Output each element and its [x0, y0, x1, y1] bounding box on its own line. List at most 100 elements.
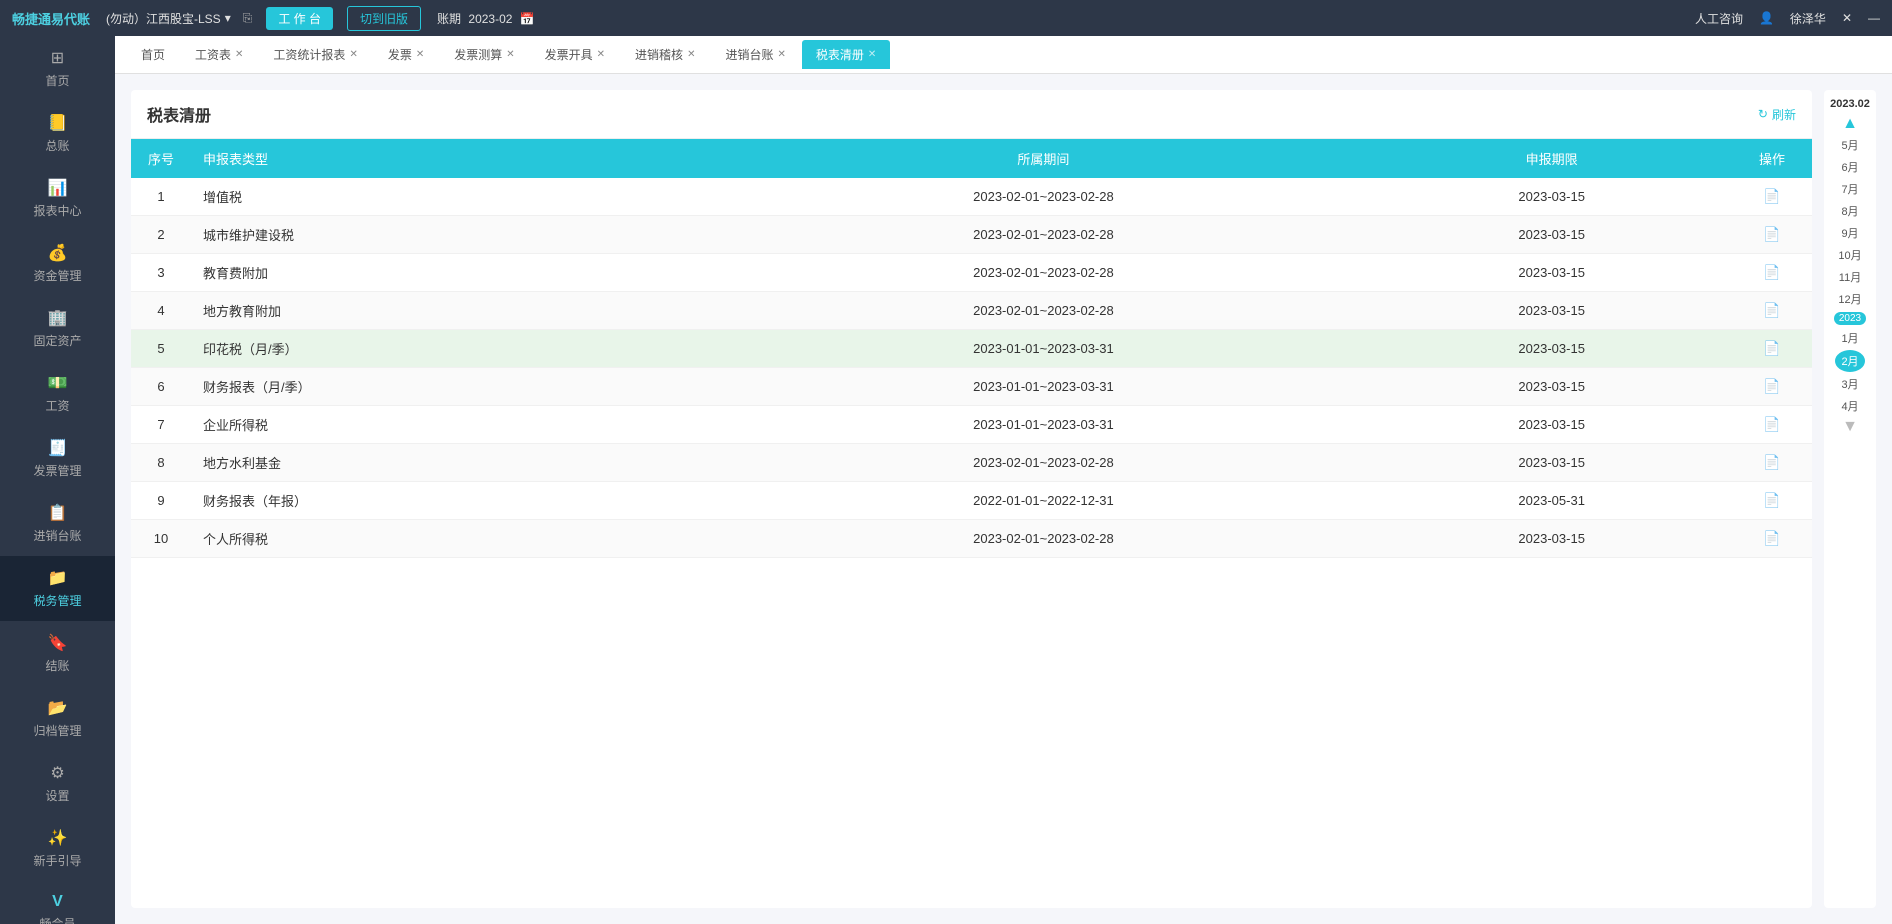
cell-action[interactable]: 📄	[1732, 254, 1812, 292]
app-logo: 畅捷通易代账	[12, 9, 90, 28]
cell-action[interactable]: 📄	[1732, 330, 1812, 368]
table-row: 5 印花税（月/季） 2023-01-01~2023-03-31 2023-03…	[131, 330, 1812, 368]
calendar-month[interactable]: 7月	[1824, 178, 1876, 200]
tab-close-purchase-ledger[interactable]: ✕	[777, 49, 785, 60]
sidebar-item-label: 资金管理	[33, 267, 81, 284]
tab-salary-stat[interactable]: 工资统计报表 ✕	[259, 40, 371, 69]
sidebar-item-tax[interactable]: 📁 税务管理	[0, 556, 115, 621]
action-icon[interactable]: 📄	[1763, 530, 1780, 546]
cell-period: 2023-02-01~2023-02-28	[716, 520, 1372, 558]
calendar-month[interactable]: 10月	[1824, 244, 1876, 266]
calendar-month[interactable]: 11月	[1824, 266, 1876, 288]
sidebar-item-vip[interactable]: V 畅会员	[0, 881, 115, 924]
user-avatar: 👤	[1759, 11, 1774, 25]
close-icon[interactable]: ✕	[1842, 11, 1852, 25]
tab-close-invoice[interactable]: ✕	[416, 49, 424, 60]
calendar-month[interactable]: 4月	[1824, 395, 1876, 417]
cell-type: 城市维护建设税	[191, 216, 716, 254]
col-period: 所属期间	[716, 139, 1372, 178]
action-icon[interactable]: 📄	[1763, 416, 1780, 432]
cell-no: 9	[131, 482, 191, 520]
tab-close-purchase-check[interactable]: ✕	[687, 49, 695, 60]
cell-period: 2023-02-01~2023-02-28	[716, 216, 1372, 254]
sidebar-item-report[interactable]: 📊 报表中心	[0, 166, 115, 231]
sidebar-item-guide[interactable]: ✨ 新手引导	[0, 816, 115, 881]
tab-invoice[interactable]: 发票 ✕	[374, 40, 438, 69]
tab-salary[interactable]: 工资表 ✕	[181, 40, 257, 69]
fund-icon: 💰	[48, 243, 68, 263]
action-icon[interactable]: 📄	[1763, 492, 1780, 508]
sidebar-item-settle[interactable]: 🔖 结账	[0, 621, 115, 686]
sidebar-item-settings[interactable]: ⚙ 设置	[0, 751, 115, 816]
workbench-button[interactable]: 工 作 台	[266, 7, 333, 30]
cell-action[interactable]: 📄	[1732, 520, 1812, 558]
tab-invoice-open[interactable]: 发票开具 ✕	[531, 40, 619, 69]
calendar-month[interactable]: 3月	[1824, 373, 1876, 395]
tab-close-salary-stat[interactable]: ✕	[349, 49, 357, 60]
cell-action[interactable]: 📄	[1732, 292, 1812, 330]
minimize-icon[interactable]: —	[1868, 11, 1880, 25]
cell-period: 2022-01-01~2022-12-31	[716, 482, 1372, 520]
sidebar-item-fixed[interactable]: 🏢 固定资产	[0, 296, 115, 361]
sidebar-item-archive[interactable]: 📂 归档管理	[0, 686, 115, 751]
calendar-month[interactable]: 6月	[1824, 156, 1876, 178]
cell-no: 1	[131, 178, 191, 216]
cell-action[interactable]: 📄	[1732, 406, 1812, 444]
sidebar-item-ledger[interactable]: 📒 总账	[0, 101, 115, 166]
purchase-icon: 📋	[48, 503, 68, 523]
action-icon[interactable]: 📄	[1763, 226, 1780, 242]
tab-invoice-check[interactable]: 发票测算 ✕	[440, 40, 528, 69]
page-content: 税表清册 ↻ 刷新 序号 申报表类型 所属期间 申报期限	[115, 74, 1892, 924]
sidebar-item-purchase[interactable]: 📋 进销台账	[0, 491, 115, 556]
sidebar-item-salary[interactable]: 💵 工资	[0, 361, 115, 426]
action-icon[interactable]: 📄	[1763, 188, 1780, 204]
cell-action[interactable]: 📄	[1732, 368, 1812, 406]
calendar-month[interactable]: 1月	[1824, 327, 1876, 349]
cell-action[interactable]: 📄	[1732, 216, 1812, 254]
switch-old-button[interactable]: 切到旧版	[347, 6, 421, 31]
refresh-button[interactable]: ↻ 刷新	[1758, 106, 1796, 123]
calendar-month[interactable]: 5月	[1824, 134, 1876, 156]
company-selector[interactable]: (勿动）江西股宝-LSS ▾	[106, 10, 231, 27]
tab-tax-list[interactable]: 税表清册 ✕	[802, 40, 890, 69]
tab-close-invoice-check[interactable]: ✕	[506, 49, 514, 60]
cell-action[interactable]: 📄	[1732, 482, 1812, 520]
sidebar-item-home[interactable]: ⊞ 首页	[0, 36, 115, 101]
action-icon[interactable]: 📄	[1763, 378, 1780, 394]
cell-no: 6	[131, 368, 191, 406]
cell-action[interactable]: 📄	[1732, 178, 1812, 216]
calendar-up-button[interactable]: ▲	[1842, 114, 1858, 134]
tab-close-invoice-open[interactable]: ✕	[597, 49, 605, 60]
calendar-month[interactable]: 12月	[1824, 288, 1876, 310]
period-label: 账期 2023-02 📅	[437, 10, 535, 27]
tab-close-salary[interactable]: ✕	[235, 49, 243, 60]
cell-action[interactable]: 📄	[1732, 444, 1812, 482]
col-type: 申报表类型	[191, 139, 716, 178]
cell-deadline: 2023-03-15	[1371, 178, 1732, 216]
calendar-down-button[interactable]: ▼	[1842, 417, 1858, 437]
action-icon[interactable]: 📄	[1763, 454, 1780, 470]
tab-purchase-check[interactable]: 进销稽核 ✕	[621, 40, 709, 69]
table-row: 7 企业所得税 2023-01-01~2023-03-31 2023-03-15…	[131, 406, 1812, 444]
action-icon[interactable]: 📄	[1763, 302, 1780, 318]
tab-purchase-ledger[interactable]: 进销台账 ✕	[711, 40, 799, 69]
help-button[interactable]: 人工咨询	[1695, 10, 1743, 27]
archive-icon: 📂	[48, 698, 68, 718]
cell-deadline: 2023-03-15	[1371, 406, 1732, 444]
sidebar-item-fund[interactable]: 💰 资金管理	[0, 231, 115, 296]
main-layout: ⊞ 首页 📒 总账 📊 报表中心 💰 资金管理 🏢 固定资产 💵 工资 🧾 发票…	[0, 36, 1892, 924]
sidebar-item-invoice[interactable]: 🧾 发票管理	[0, 426, 115, 491]
cell-deadline: 2023-03-15	[1371, 216, 1732, 254]
invoice-icon: 🧾	[48, 438, 68, 458]
sidebar-item-label: 税务管理	[33, 592, 81, 609]
calendar-month[interactable]: 2月	[1835, 350, 1865, 372]
cell-deadline: 2023-03-15	[1371, 444, 1732, 482]
cell-type: 印花税（月/季）	[191, 330, 716, 368]
action-icon[interactable]: 📄	[1763, 264, 1780, 280]
tab-home[interactable]: 首页	[127, 40, 179, 69]
tab-close-tax-list[interactable]: ✕	[868, 49, 876, 60]
cell-period: 2023-02-01~2023-02-28	[716, 444, 1372, 482]
calendar-month[interactable]: 8月	[1824, 200, 1876, 222]
action-icon[interactable]: 📄	[1763, 340, 1780, 356]
calendar-month[interactable]: 9月	[1824, 222, 1876, 244]
